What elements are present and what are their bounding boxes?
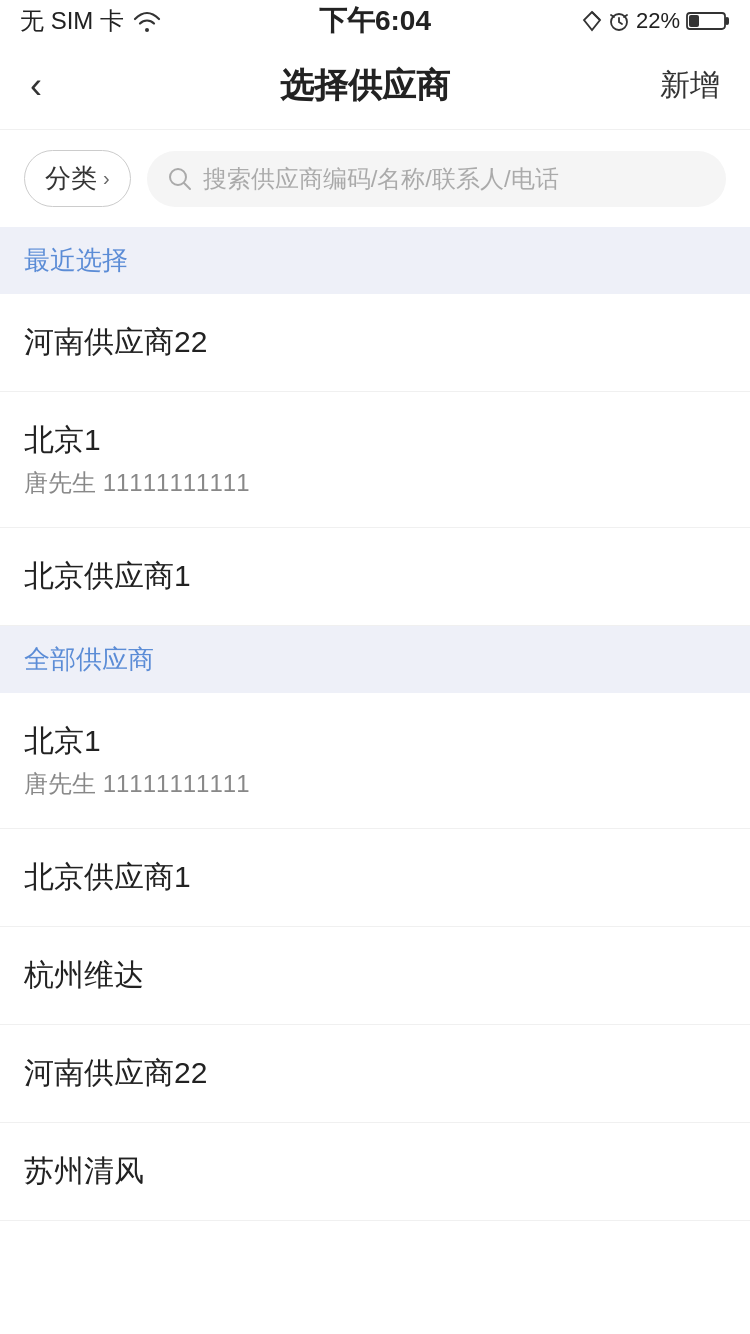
search-input-wrapper[interactable]: 搜索供应商编码/名称/联系人/电话 (147, 151, 726, 207)
carrier-text: 无 SIM 卡 (20, 5, 124, 37)
item-name: 北京1 (24, 721, 726, 762)
search-bar: 分类 › 搜索供应商编码/名称/联系人/电话 (0, 130, 750, 227)
add-button[interactable]: 新增 (640, 65, 720, 106)
item-sub: 唐先生 11111111111 (24, 768, 726, 800)
recent-section-header: 最近选择 (0, 227, 750, 294)
location-icon (582, 10, 602, 32)
recent-list: 河南供应商22 北京1 唐先生 11111111111 北京供应商1 (0, 294, 750, 626)
back-button[interactable]: ‹ (30, 65, 90, 107)
battery-percent: 22% (636, 8, 680, 34)
alarm-icon (608, 10, 630, 32)
item-name: 北京供应商1 (24, 556, 726, 597)
chevron-right-icon: › (103, 167, 110, 190)
list-item[interactable]: 北京供应商1 (0, 528, 750, 626)
search-icon (167, 166, 193, 192)
list-item[interactable]: 北京1 唐先生 11111111111 (0, 693, 750, 829)
page-title: 选择供应商 (90, 63, 640, 109)
search-placeholder: 搜索供应商编码/名称/联系人/电话 (203, 163, 559, 195)
all-list: 北京1 唐先生 11111111111 北京供应商1 杭州维达 河南供应商22 … (0, 693, 750, 1221)
status-left: 无 SIM 卡 (20, 5, 162, 37)
status-right: 22% (582, 8, 730, 34)
list-item[interactable]: 北京供应商1 (0, 829, 750, 927)
item-name: 北京1 (24, 420, 726, 461)
list-item[interactable]: 河南供应商22 (0, 1025, 750, 1123)
item-name: 河南供应商22 (24, 322, 726, 363)
category-label: 分类 (45, 161, 97, 196)
category-button[interactable]: 分类 › (24, 150, 131, 207)
item-name: 苏州清风 (24, 1151, 726, 1192)
svg-rect-2 (725, 17, 729, 25)
nav-bar: ‹ 选择供应商 新增 (0, 42, 750, 130)
item-name: 河南供应商22 (24, 1053, 726, 1094)
status-time: 下午6:04 (319, 2, 431, 40)
item-name: 杭州维达 (24, 955, 726, 996)
list-item[interactable]: 杭州维达 (0, 927, 750, 1025)
status-bar: 无 SIM 卡 下午6:04 22% (0, 0, 750, 42)
list-item[interactable]: 北京1 唐先生 11111111111 (0, 392, 750, 528)
list-item[interactable]: 苏州清风 (0, 1123, 750, 1221)
item-sub: 唐先生 11111111111 (24, 467, 726, 499)
list-item[interactable]: 河南供应商22 (0, 294, 750, 392)
all-section-header: 全部供应商 (0, 626, 750, 693)
svg-rect-3 (689, 15, 699, 27)
wifi-icon (132, 10, 162, 32)
battery-icon (686, 10, 730, 32)
item-name: 北京供应商1 (24, 857, 726, 898)
